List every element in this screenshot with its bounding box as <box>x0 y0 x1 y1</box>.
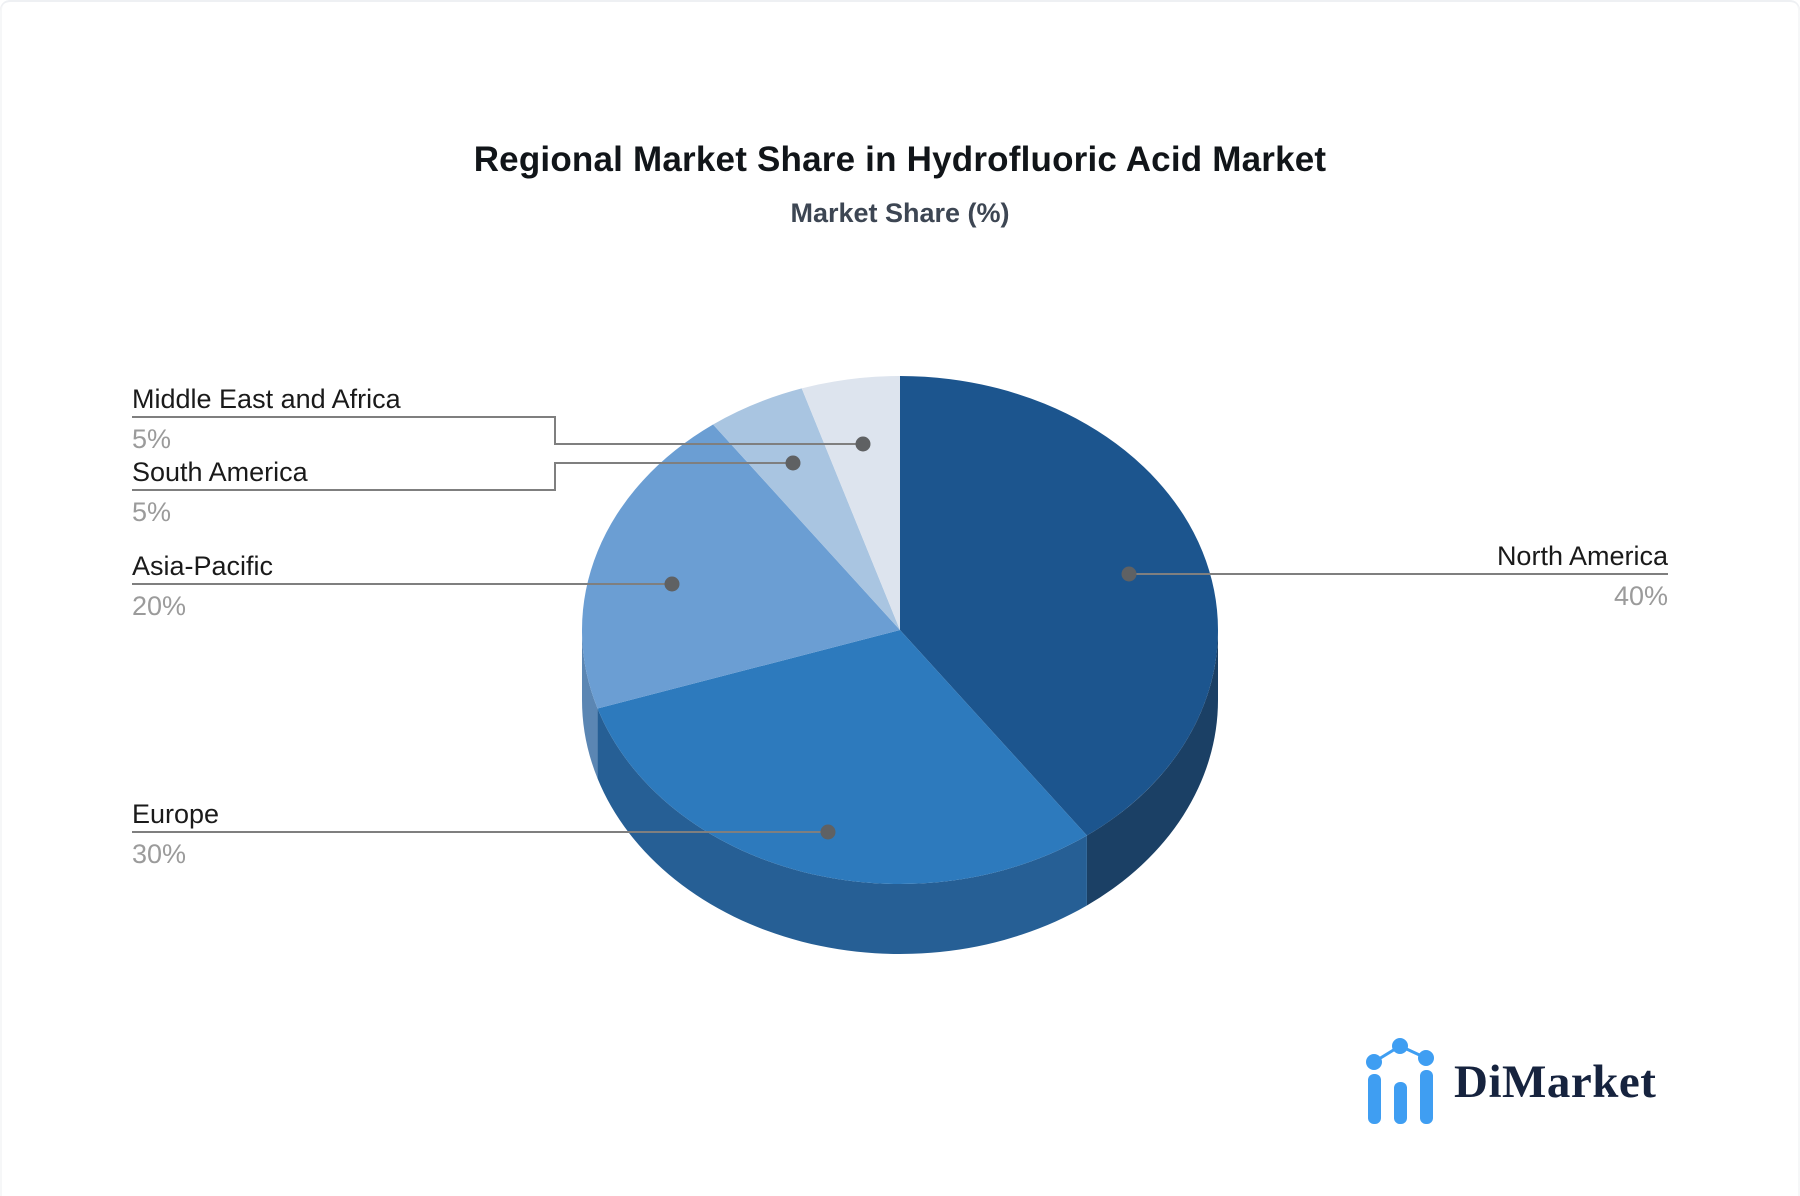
logo-text: DiMarket <box>1454 1056 1657 1108</box>
slice-value-asia-pacific: 20% <box>132 591 187 621</box>
slice-label-south-america: South America <box>132 457 308 487</box>
leader-dot-asia-pacific <box>664 576 680 592</box>
dimarket-logo[interactable]: DiMarket <box>1362 1036 1656 1128</box>
slice-label-europe: Europe <box>132 799 220 829</box>
slice-value-europe: 30% <box>132 839 187 869</box>
bar-chart-with-dots-icon <box>1366 1038 1434 1124</box>
slice-label-north-america: North America <box>1496 541 1668 571</box>
leader-dot-south-america <box>785 455 801 471</box>
page: { "chart_data": { "type": "pie", "style"… <box>0 0 1800 1196</box>
slice-value-middle-east-and-africa: 5% <box>132 424 172 454</box>
slice-label-asia-pacific: Asia-Pacific <box>132 551 274 581</box>
leader-dot-middle-east-and-africa <box>855 436 871 452</box>
leader-dot-europe <box>820 824 836 840</box>
slice-value-north-america: 40% <box>1613 581 1668 611</box>
slice-label-middle-east-and-africa: Middle East and Africa <box>132 384 401 414</box>
leader-dot-north-america <box>1121 566 1137 582</box>
slice-value-south-america: 5% <box>132 497 172 527</box>
pie-chart-svg <box>132 376 1668 954</box>
